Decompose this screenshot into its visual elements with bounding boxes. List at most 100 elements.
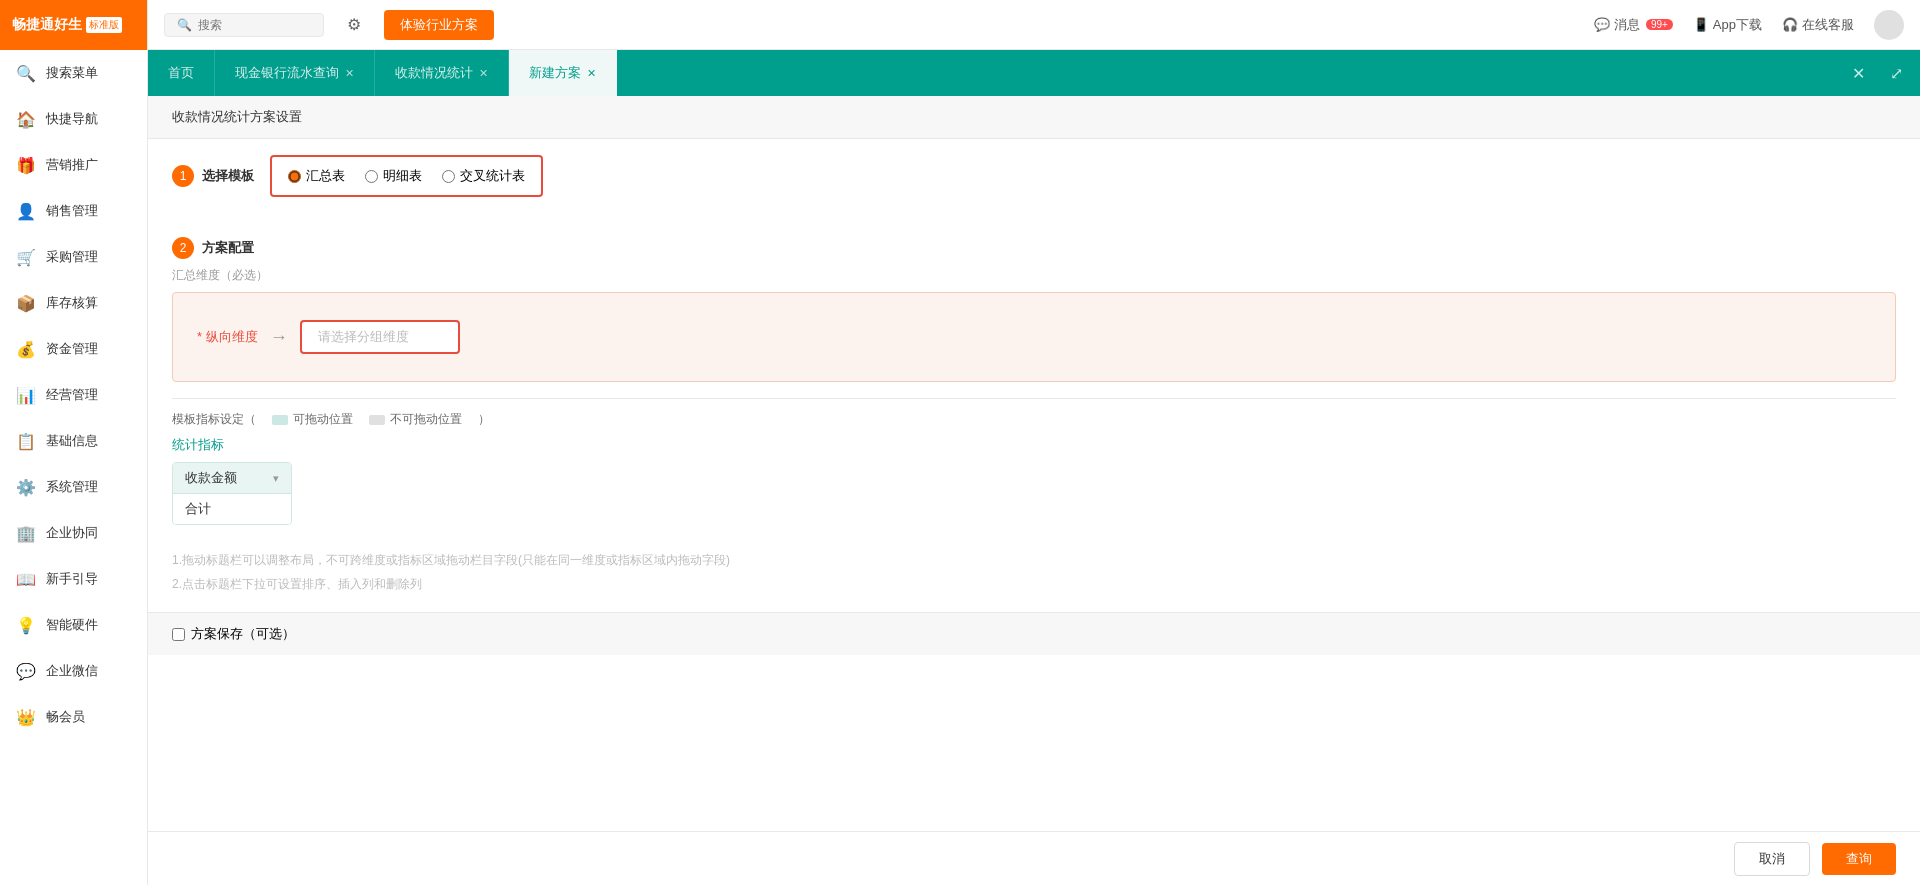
summary-label: 汇总表 bbox=[306, 167, 345, 185]
tabbar-actions: ✕ ⤢ bbox=[1844, 59, 1920, 87]
search-icon: 🔍 bbox=[177, 18, 192, 32]
sidebar-item-label: 企业微信 bbox=[46, 662, 98, 680]
metrics-legend-title: 模板指标设定（ bbox=[172, 411, 256, 428]
tab-bank-flow-close[interactable]: ✕ bbox=[345, 67, 354, 80]
sidebar-item-label: 快捷导航 bbox=[46, 110, 98, 128]
sidebar-item-operations[interactable]: 📊 经营管理 bbox=[0, 372, 147, 418]
metrics-label: 统计指标 bbox=[172, 436, 1896, 454]
tips-section: 1.拖动标题栏可以调整布局，不可跨维度或指标区域拖动栏目字段(只能在同一维度或指… bbox=[172, 548, 1896, 596]
template-option-detail[interactable]: 明细表 bbox=[365, 167, 422, 185]
search-box[interactable]: 🔍 bbox=[164, 13, 324, 37]
support-button[interactable]: 🎧 在线客服 bbox=[1782, 16, 1854, 34]
purchase-icon: 🛒 bbox=[16, 248, 36, 267]
template-options: 汇总表 明细表 交叉统计表 bbox=[270, 155, 543, 197]
vertical-dimension-row: * 纵向维度 → 请选择分组维度 bbox=[197, 320, 460, 354]
save-checkbox-label[interactable]: 方案保存（可选） bbox=[172, 625, 295, 643]
template-option-cross[interactable]: 交叉统计表 bbox=[442, 167, 525, 185]
download-label: App下载 bbox=[1713, 16, 1762, 34]
sidebar-item-label: 经营管理 bbox=[46, 386, 98, 404]
sidebar-item-basic-info[interactable]: 📋 基础信息 bbox=[0, 418, 147, 464]
messages-button[interactable]: 💬 消息 99+ bbox=[1594, 16, 1673, 34]
legend-nodrag-label: 不可拖动位置 bbox=[390, 411, 462, 428]
operations-icon: 📊 bbox=[16, 386, 36, 405]
step1-circle: 1 bbox=[172, 165, 194, 187]
tab-new-plan-close[interactable]: ✕ bbox=[587, 67, 596, 80]
radio-summary[interactable] bbox=[288, 170, 301, 183]
search-input[interactable] bbox=[198, 18, 318, 32]
step2-section: 2 方案配置 汇总维度（必选） * 纵向维度 → 请选择分组维度 bbox=[148, 221, 1920, 612]
dimension-grid: * 纵向维度 → 请选择分组维度 bbox=[172, 292, 1896, 382]
sidebar-item-inventory[interactable]: 📦 库存核算 bbox=[0, 280, 147, 326]
vertical-label: * 纵向维度 bbox=[197, 328, 258, 346]
sidebar-item-guide[interactable]: 📖 新手引导 bbox=[0, 556, 147, 602]
save-label: 方案保存（可选） bbox=[191, 625, 295, 643]
inventory-icon: 📦 bbox=[16, 294, 36, 313]
sidebar-item-label: 畅会员 bbox=[46, 708, 85, 726]
cancel-button[interactable]: 取消 bbox=[1734, 842, 1810, 876]
smart-hw-icon: 💡 bbox=[16, 616, 36, 635]
tab-close-all-button[interactable]: ✕ bbox=[1844, 59, 1872, 87]
tab-home[interactable]: 首页 bbox=[148, 50, 215, 96]
radio-detail[interactable] bbox=[365, 170, 378, 183]
sidebar-item-finance[interactable]: 💰 资金管理 bbox=[0, 326, 147, 372]
sidebar: 畅捷通好生 标准版 🔍 搜索菜单 🏠 快捷导航 🎁 营销推广 👤 销售管理 🛒 … bbox=[0, 0, 148, 885]
sidebar-item-marketing[interactable]: 🎁 营销推广 bbox=[0, 142, 147, 188]
tab-expand-button[interactable]: ⤢ bbox=[1882, 59, 1910, 87]
dimension-title: 汇总维度（必选） bbox=[172, 267, 1896, 284]
settings-icon[interactable]: ⚙ bbox=[340, 11, 368, 39]
metrics-legend-end: ） bbox=[478, 411, 490, 428]
save-section: 方案保存（可选） bbox=[148, 612, 1920, 655]
step2-row: 2 方案配置 bbox=[172, 237, 1896, 259]
chevron-down-icon: ▾ bbox=[273, 472, 279, 485]
radio-cross[interactable] bbox=[442, 170, 455, 183]
nodrag-indicator bbox=[369, 415, 385, 425]
tip-1: 1.拖动标题栏可以调整布局，不可跨维度或指标区域拖动栏目字段(只能在同一维度或指… bbox=[172, 548, 1896, 572]
sidebar-item-label: 系统管理 bbox=[46, 478, 98, 496]
metrics-col-header[interactable]: 收款金额 ▾ bbox=[173, 463, 291, 494]
guide-icon: 📖 bbox=[16, 570, 36, 589]
dimension-selector[interactable]: 请选择分组维度 bbox=[300, 320, 460, 354]
sidebar-item-system[interactable]: ⚙️ 系统管理 bbox=[0, 464, 147, 510]
system-icon: ⚙️ bbox=[16, 478, 36, 497]
content-area: 收款情况统计方案设置 1 选择模板 汇总表 明细表 bbox=[148, 96, 1920, 831]
sidebar-item-label: 资金管理 bbox=[46, 340, 98, 358]
sidebar-item-label: 新手引导 bbox=[46, 570, 98, 588]
tab-bank-flow[interactable]: 现金银行流水查询 ✕ bbox=[215, 50, 375, 96]
footer-bar: 取消 查询 bbox=[148, 831, 1920, 885]
enterprise-wechat-icon: 💬 bbox=[16, 662, 36, 681]
sidebar-item-enterprise-collab[interactable]: 🏢 企业协同 bbox=[0, 510, 147, 556]
trial-button[interactable]: 体验行业方案 bbox=[384, 10, 494, 40]
arrow-icon: → bbox=[270, 327, 288, 348]
sidebar-item-purchase[interactable]: 🛒 采购管理 bbox=[0, 234, 147, 280]
save-checkbox[interactable] bbox=[172, 628, 185, 641]
sidebar-item-label: 企业协同 bbox=[46, 524, 98, 542]
page-header: 收款情况统计方案设置 bbox=[148, 96, 1920, 139]
sidebar-item-smart-hw[interactable]: 💡 智能硬件 bbox=[0, 602, 147, 648]
search-menu-icon: 🔍 bbox=[16, 64, 36, 83]
step1-row: 1 选择模板 汇总表 明细表 交叉统计表 bbox=[172, 155, 1896, 197]
sidebar-item-label: 营销推广 bbox=[46, 156, 98, 174]
step2-circle: 2 bbox=[172, 237, 194, 259]
tab-collection-stat-close[interactable]: ✕ bbox=[479, 67, 488, 80]
tab-collection-stat[interactable]: 收款情况统计 ✕ bbox=[375, 50, 509, 96]
user-avatar[interactable] bbox=[1874, 10, 1904, 40]
page-content: 收款情况统计方案设置 1 选择模板 汇总表 明细表 bbox=[148, 96, 1920, 831]
main-area: 🔍 ⚙ 体验行业方案 💬 消息 99+ 📱 App下载 🎧 在线客服 bbox=[148, 0, 1920, 885]
query-button[interactable]: 查询 bbox=[1822, 843, 1896, 875]
logo-badge: 标准版 bbox=[86, 17, 122, 33]
template-option-summary[interactable]: 汇总表 bbox=[288, 167, 345, 185]
sidebar-item-enterprise-wechat[interactable]: 💬 企业微信 bbox=[0, 648, 147, 694]
tab-new-plan[interactable]: 新建方案 ✕ bbox=[509, 50, 617, 96]
sidebar-item-sales[interactable]: 👤 销售管理 bbox=[0, 188, 147, 234]
page-title: 收款情况统计方案设置 bbox=[172, 109, 302, 124]
sidebar-item-search-menu[interactable]: 🔍 搜索菜单 bbox=[0, 50, 147, 96]
app-download-button[interactable]: 📱 App下载 bbox=[1693, 16, 1762, 34]
sidebar-item-label: 库存核算 bbox=[46, 294, 98, 312]
messages-label: 消息 bbox=[1614, 16, 1640, 34]
finance-icon: 💰 bbox=[16, 340, 36, 359]
sidebar-item-member[interactable]: 👑 畅会员 bbox=[0, 694, 147, 740]
sidebar-item-quick-nav[interactable]: 🏠 快捷导航 bbox=[0, 96, 147, 142]
basic-info-icon: 📋 bbox=[16, 432, 36, 451]
quick-nav-icon: 🏠 bbox=[16, 110, 36, 129]
download-icon: 📱 bbox=[1693, 17, 1709, 32]
